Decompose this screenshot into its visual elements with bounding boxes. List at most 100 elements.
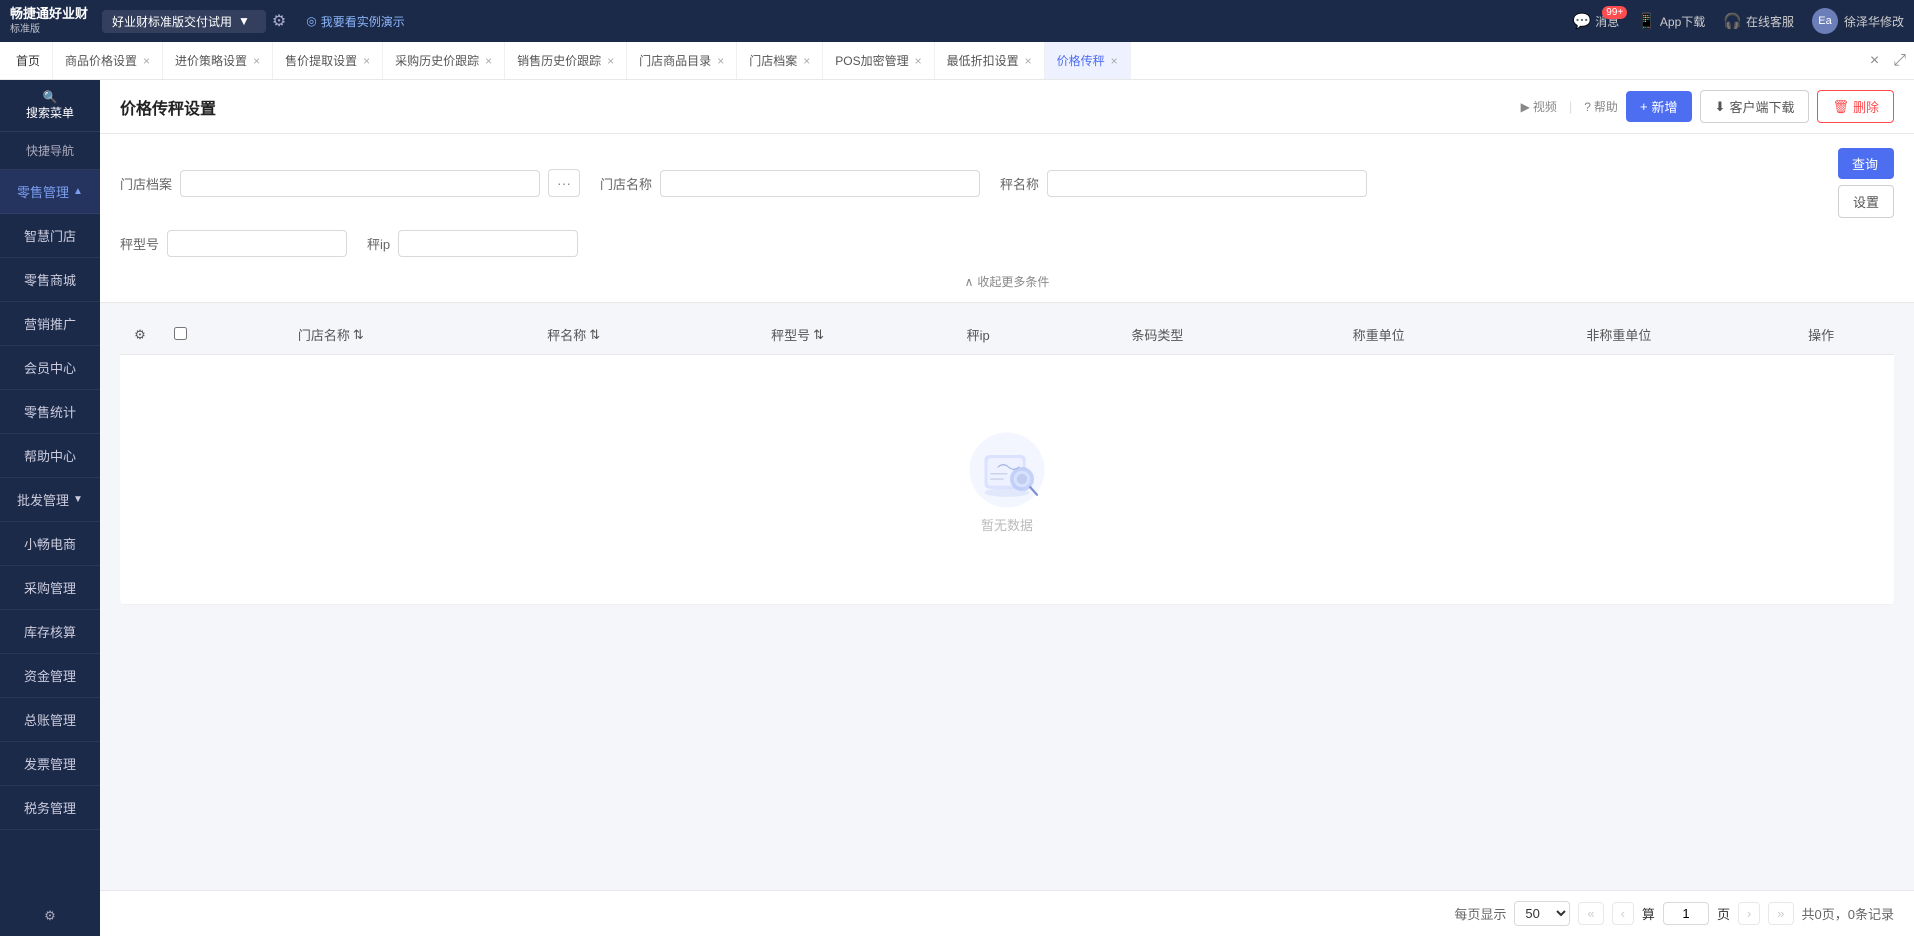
sidebar-item-retail-mall[interactable]: 零售商城 [0,258,100,302]
sidebar-item-ledger[interactable]: 总账管理 [0,698,100,742]
filter-scale-ip: 秤ip [367,230,578,257]
page-label: 算 [1642,904,1655,923]
empty-text-label: 暂无数据 [981,515,1033,534]
th-scale-name[interactable]: 秤名称 ⇅ [462,315,686,355]
tab-purchase-history[interactable]: 采购历史价跟踪 × [383,42,505,80]
per-page-select[interactable]: 10 20 50 100 [1514,901,1570,926]
query-button[interactable]: 查询 [1838,148,1894,179]
sidebar-search[interactable]: 🔍 搜索菜单 [0,80,100,132]
select-all-checkbox[interactable] [174,327,187,340]
top-header: 畅捷通好业财 标准版 好业财标准版交付试用 ▼ ⚙ ◎ 我要看实例演示 💬 消息… [0,0,1914,42]
sidebar-item-inventory-label: 库存核算 [24,625,76,640]
tab-sale-price[interactable]: 售价提取设置 × [273,42,383,80]
prev-page-button[interactable]: ‹ [1612,902,1634,925]
th-non-weight-unit: 非称重单位 [1489,315,1748,355]
demo-button[interactable]: ◎ 我要看实例演示 [302,13,405,30]
store-name-input[interactable] [660,170,980,197]
messages-button[interactable]: 💬 消息 99+ [1573,12,1620,30]
close-icon[interactable]: × [1025,54,1032,68]
sidebar-item-smart-store-label: 智慧门店 [24,229,76,244]
store-archive-dots-button[interactable]: ··· [548,169,580,197]
expand-tab-button[interactable]: ⤢ [1889,50,1910,72]
th-scale-model[interactable]: 秤型号 ⇅ [686,315,910,355]
content-area: 价格传秤设置 ▶ 视频 | ? 帮助 + 新增 [100,80,1914,936]
sidebar-item-inventory[interactable]: 库存核算 [0,610,100,654]
demo-circle-icon: ◎ [306,14,316,28]
sidebar-settings-button[interactable]: ⚙ [0,896,100,936]
close-tab-button[interactable]: × [1866,50,1883,72]
settings-button[interactable]: ⚙ [272,11,286,31]
next-page-button[interactable]: › [1738,902,1760,925]
filter-row-1: 门店档案 ··· 门店名称 秤名称 查询 [120,148,1894,218]
version-selector[interactable]: 好业财标准版交付试用 ▼ [102,10,266,33]
th-store-name[interactable]: 门店名称 ⇅ [200,315,462,355]
tab-end-buttons: × ⤢ [1866,50,1910,72]
first-page-button[interactable]: « [1578,902,1603,925]
scale-model-input[interactable] [167,230,347,257]
sidebar-item-purchase[interactable]: 采购管理 [0,566,100,610]
setting-small-button[interactable]: 设置 [1838,185,1894,218]
add-button[interactable]: + 新增 [1626,91,1692,122]
th-settings[interactable]: ⚙ [120,315,160,355]
sidebar-item-tax[interactable]: 税务管理 [0,786,100,830]
sidebar-item-ecommerce[interactable]: 小畅电商 [0,522,100,566]
th-checkbox[interactable] [160,315,200,355]
sidebar-quick-nav[interactable]: 快捷导航 [0,132,100,170]
close-icon[interactable]: × [363,54,370,68]
sidebar-item-retail-mall-label: 零售商城 [24,273,76,288]
tab-store-archive[interactable]: 门店档案 × [737,42,823,80]
scale-name-input[interactable] [1047,170,1367,197]
tab-store-catalog[interactable]: 门店商品目录 × [627,42,737,80]
close-icon[interactable]: × [803,54,810,68]
store-archive-input[interactable] [180,170,540,197]
first-page-icon: « [1587,906,1594,921]
sidebar-item-help[interactable]: 帮助中心 [0,434,100,478]
close-icon[interactable]: × [485,54,492,68]
page-number-input[interactable] [1663,902,1709,925]
close-icon[interactable]: × [143,54,150,68]
video-link[interactable]: ▶ 视频 [1521,98,1557,115]
download-button[interactable]: ⬇ 客户端下载 [1700,90,1810,123]
sort-store-name[interactable]: 门店名称 ⇅ [212,325,450,344]
sidebar-item-marketing-label: 营销推广 [24,317,76,332]
tab-min-discount[interactable]: 最低折扣设置 × [935,42,1045,80]
last-page-button[interactable]: » [1768,902,1793,925]
empty-illustration [962,425,1052,515]
sidebar-item-members[interactable]: 会员中心 [0,346,100,390]
empty-state: 暂无数据 [132,365,1882,594]
tab-home[interactable]: 首页 [4,42,53,80]
tab-pos-encrypt[interactable]: POS加密管理 × [823,42,934,80]
scale-ip-input[interactable] [398,230,578,257]
delete-icon: 🗑 [1832,99,1849,115]
sort-scale-model[interactable]: 秤型号 ⇅ [698,325,898,344]
tab-price-scale[interactable]: 价格传秤 × [1045,42,1131,80]
online-service-button[interactable]: 🎧 在线客服 [1723,12,1794,30]
close-icon[interactable]: × [253,54,260,68]
close-icon[interactable]: × [915,54,922,68]
chevron-up-icon: ∧ [965,275,974,289]
th-weight-unit-label: 称重单位 [1353,328,1405,343]
sidebar-item-purchase-label: 采购管理 [24,581,76,596]
sidebar-item-invoice[interactable]: 发票管理 [0,742,100,786]
tab-home-label: 首页 [16,52,40,69]
close-icon[interactable]: × [717,54,724,68]
delete-button[interactable]: 🗑 删除 [1817,90,1894,123]
close-icon[interactable]: × [607,54,614,68]
help-link[interactable]: ? 帮助 [1584,98,1618,115]
tab-purchase-strategy-label: 进价策略设置 [175,52,247,69]
th-store-name-label: 门店名称 [298,325,350,344]
tab-goods-price[interactable]: 商品价格设置 × [53,42,163,80]
sidebar-item-finance[interactable]: 资金管理 [0,654,100,698]
sidebar-item-smart-store[interactable]: 智慧门店 [0,214,100,258]
sidebar-item-retail[interactable]: 零售管理 ▲ [0,170,100,214]
sidebar-item-retail-stats[interactable]: 零售统计 [0,390,100,434]
tab-purchase-strategy[interactable]: 进价策略设置 × [163,42,273,80]
sort-scale-name[interactable]: 秤名称 ⇅ [474,325,674,344]
collapse-button[interactable]: ∧ 收起更多条件 [965,273,1050,290]
sidebar-item-marketing[interactable]: 营销推广 [0,302,100,346]
app-download-button[interactable]: 📱 App下载 [1637,12,1705,30]
sidebar-item-wholesale[interactable]: 批发管理 ▼ [0,478,100,522]
close-icon[interactable]: × [1111,54,1118,68]
tab-sales-history[interactable]: 销售历史价跟踪 × [505,42,627,80]
user-area[interactable]: Ea 徐泽华修改 [1812,8,1904,34]
